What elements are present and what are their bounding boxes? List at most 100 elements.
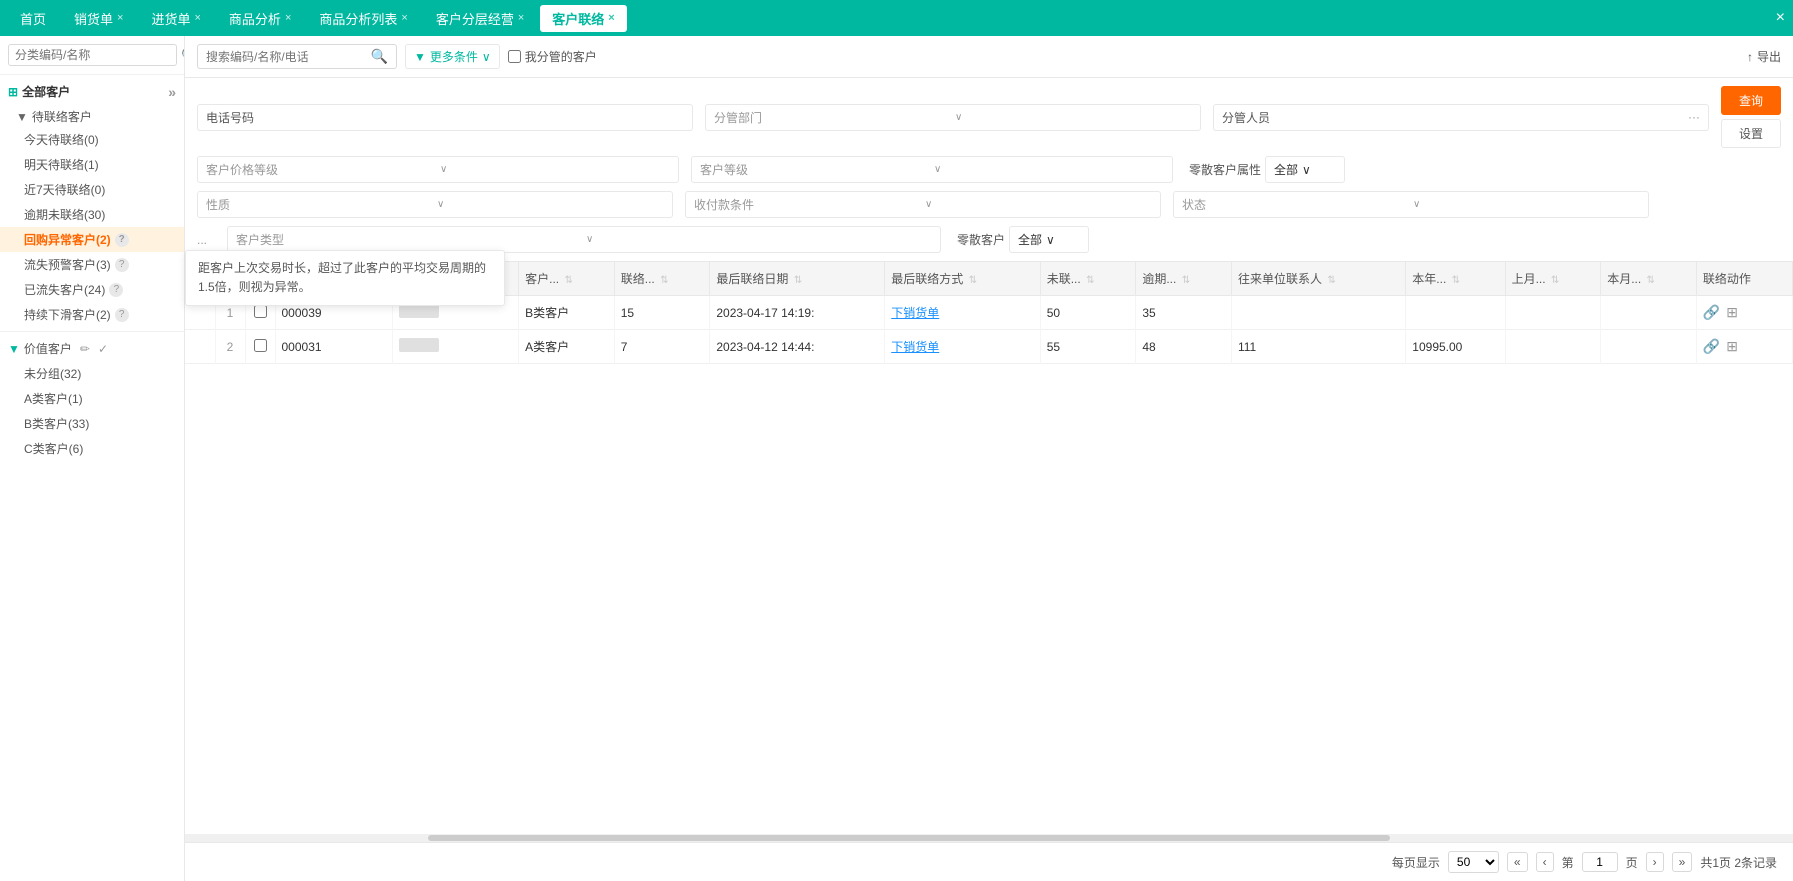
nav-analysis[interactable]: 商品分析 ×: [217, 5, 303, 32]
sidebar-item-overdue[interactable]: 逾期未联络(30): [0, 202, 184, 227]
price-grade-select[interactable]: 客户价格等级 ∨: [197, 156, 679, 183]
row-contact-cell: 15: [614, 296, 710, 330]
staff-more-icon[interactable]: ···: [1688, 110, 1700, 124]
sidebar-item-lost-warn[interactable]: 流失预警客户(3) ?: [0, 252, 184, 277]
nav-customer-contact-close[interactable]: ×: [608, 12, 614, 24]
my-customer-checkbox[interactable]: [508, 50, 521, 63]
query-button[interactable]: 查询: [1721, 86, 1781, 115]
col-type-sort-icon[interactable]: ⇅: [564, 275, 572, 286]
sidebar-item-ungroup[interactable]: 未分组(32): [0, 361, 184, 386]
col-this-month-sort-icon[interactable]: ⇅: [1647, 275, 1655, 286]
nav-purchase[interactable]: 进货单 ×: [139, 5, 212, 32]
nav-sales-close[interactable]: ×: [117, 12, 123, 24]
staff-input[interactable]: [1274, 110, 1684, 124]
nav-analysis-list[interactable]: 商品分析列表 ×: [307, 5, 419, 32]
more-fields-btn[interactable]: ...: [197, 233, 207, 247]
nav-customer-mgr-close[interactable]: ×: [518, 12, 524, 24]
check-icon[interactable]: ✓: [98, 342, 108, 356]
col-last-month-sort-icon[interactable]: ⇅: [1551, 275, 1559, 286]
sidebar-item-b-class[interactable]: B类客户(33): [0, 411, 184, 436]
declining-question-icon[interactable]: ?: [115, 308, 129, 322]
page-size-select[interactable]: 50 20 100: [1448, 851, 1499, 873]
col-this-month[interactable]: 本月... ⇅: [1601, 262, 1697, 296]
sidebar-item-7days[interactable]: 近7天待联络(0): [0, 177, 184, 202]
sidebar-item-tomorrow[interactable]: 明天待联络(1): [0, 152, 184, 177]
last-page-button[interactable]: »: [1672, 852, 1693, 872]
sidebar-item-lost[interactable]: 已流失客户(24) ?: [0, 277, 184, 302]
pending-group-label[interactable]: ▼ 待联络客户: [0, 104, 184, 127]
edit-icon[interactable]: ✏: [80, 342, 90, 356]
search-icon[interactable]: 🔍: [371, 48, 388, 65]
more-filter-button[interactable]: ▼ 更多条件 ∨: [405, 44, 500, 69]
nav-purchase-close[interactable]: ×: [194, 12, 200, 24]
close-all-tabs[interactable]: ×: [1776, 9, 1785, 27]
nav-analysis-close[interactable]: ×: [285, 12, 291, 24]
col-uncontacted-sort-icon[interactable]: ⇅: [1086, 275, 1094, 286]
col-last-month[interactable]: 上月... ⇅: [1505, 262, 1601, 296]
settings-button[interactable]: 设置: [1721, 119, 1781, 148]
first-page-button[interactable]: «: [1507, 852, 1528, 872]
col-this-year[interactable]: 本年... ⇅: [1406, 262, 1505, 296]
action-grid-icon[interactable]: ⊞: [1726, 338, 1738, 355]
col-date-sort-icon[interactable]: ⇅: [794, 275, 802, 286]
col-unit-contacts[interactable]: 往来单位联系人 ⇅: [1231, 262, 1405, 296]
sidebar-collapse-btn[interactable]: »: [168, 84, 176, 100]
col-last-contact-method[interactable]: 最后联络方式 ⇅: [885, 262, 1040, 296]
tooltip-box: 距客户上次交易时长，超过了此客户的平均交易周期的1.5倍，则视为异常。: [185, 250, 505, 306]
last-method-link[interactable]: 下销货单: [891, 306, 939, 320]
row-type-cell: A类客户: [519, 330, 615, 364]
row-checkbox-1[interactable]: [254, 339, 267, 352]
query-btn-group: 查询 设置: [1721, 86, 1781, 148]
row-checkbox-0[interactable]: [254, 305, 267, 318]
sidebar-item-a-class[interactable]: A类客户(1): [0, 386, 184, 411]
nav-analysis-list-close[interactable]: ×: [401, 12, 407, 24]
scroll-thumb[interactable]: [428, 835, 1390, 841]
sidebar-item-declining[interactable]: 持续下滑客户(2) ?: [0, 302, 184, 327]
prev-page-button[interactable]: ‹: [1536, 852, 1554, 872]
nav-customer-mgr[interactable]: 客户分层经营 ×: [424, 5, 536, 32]
col-method-sort-icon[interactable]: ⇅: [969, 275, 977, 286]
filter-row-4: ... 客户类型 ∨ 零散客户 全部 ∨: [197, 226, 1781, 253]
col-uncontacted[interactable]: 未联... ⇅: [1040, 262, 1136, 296]
sidebar-item-c-class[interactable]: C类客户(6): [0, 436, 184, 461]
customer-type-select[interactable]: 客户类型 ∨: [227, 226, 941, 253]
dept-select[interactable]: 分管部门 ∨: [705, 104, 1201, 131]
col-overdue-sort-icon[interactable]: ⇅: [1182, 275, 1190, 286]
horizontal-scrollbar[interactable]: [185, 834, 1793, 842]
next-page-button[interactable]: ›: [1646, 852, 1664, 872]
total-label: 共1页 2条记录: [1700, 854, 1777, 871]
export-button[interactable]: ↑ 导出: [1747, 48, 1781, 65]
gender-select[interactable]: 性质 ∨: [197, 191, 673, 218]
customer-grade-select[interactable]: 客户等级 ∨: [691, 156, 1173, 183]
col-type[interactable]: 客户... ⇅: [519, 262, 615, 296]
row-uncontacted-cell: 55: [1040, 330, 1136, 364]
content-area: 🔍 ▼ 更多条件 ∨ 我分管的客户 ↑ 导出 电话号码: [185, 36, 1793, 881]
action-link-icon[interactable]: 🔗: [1703, 304, 1720, 321]
retail-attr-arrow-icon: ∨: [1302, 163, 1311, 177]
retail-customer-select[interactable]: 全部 ∨: [1009, 226, 1089, 253]
nav-customer-contact[interactable]: 客户联络 ×: [540, 5, 626, 32]
col-contact[interactable]: 联络... ⇅: [614, 262, 710, 296]
action-grid-icon[interactable]: ⊞: [1726, 304, 1738, 321]
last-method-link[interactable]: 下销货单: [891, 340, 939, 354]
col-year-sort-icon[interactable]: ⇅: [1452, 275, 1460, 286]
page-number-input[interactable]: [1582, 852, 1618, 872]
search-input[interactable]: [206, 50, 365, 64]
sidebar-item-abnormal[interactable]: 回购异常客户(2) ?: [0, 227, 184, 252]
pay-condition-select[interactable]: 收付款条件 ∨: [685, 191, 1161, 218]
phone-input[interactable]: [258, 110, 684, 124]
col-last-contact-date[interactable]: 最后联络日期 ⇅: [710, 262, 885, 296]
lost-question-icon[interactable]: ?: [109, 283, 123, 297]
abnormal-question-icon[interactable]: ?: [115, 233, 129, 247]
action-link-icon[interactable]: 🔗: [1703, 338, 1720, 355]
lost-warn-question-icon[interactable]: ?: [115, 258, 129, 272]
status-select[interactable]: 状态 ∨: [1173, 191, 1649, 218]
col-overdue[interactable]: 逾期... ⇅: [1136, 262, 1232, 296]
sidebar-item-today[interactable]: 今天待联络(0): [0, 127, 184, 152]
nav-sales[interactable]: 销货单 ×: [62, 5, 135, 32]
col-unit-sort-icon[interactable]: ⇅: [1327, 275, 1335, 286]
sidebar-search-input[interactable]: [8, 44, 177, 66]
col-contact-sort-icon[interactable]: ⇅: [660, 275, 668, 286]
retail-attr-select[interactable]: 全部 ∨: [1265, 156, 1345, 183]
nav-home[interactable]: 首页: [8, 5, 58, 32]
